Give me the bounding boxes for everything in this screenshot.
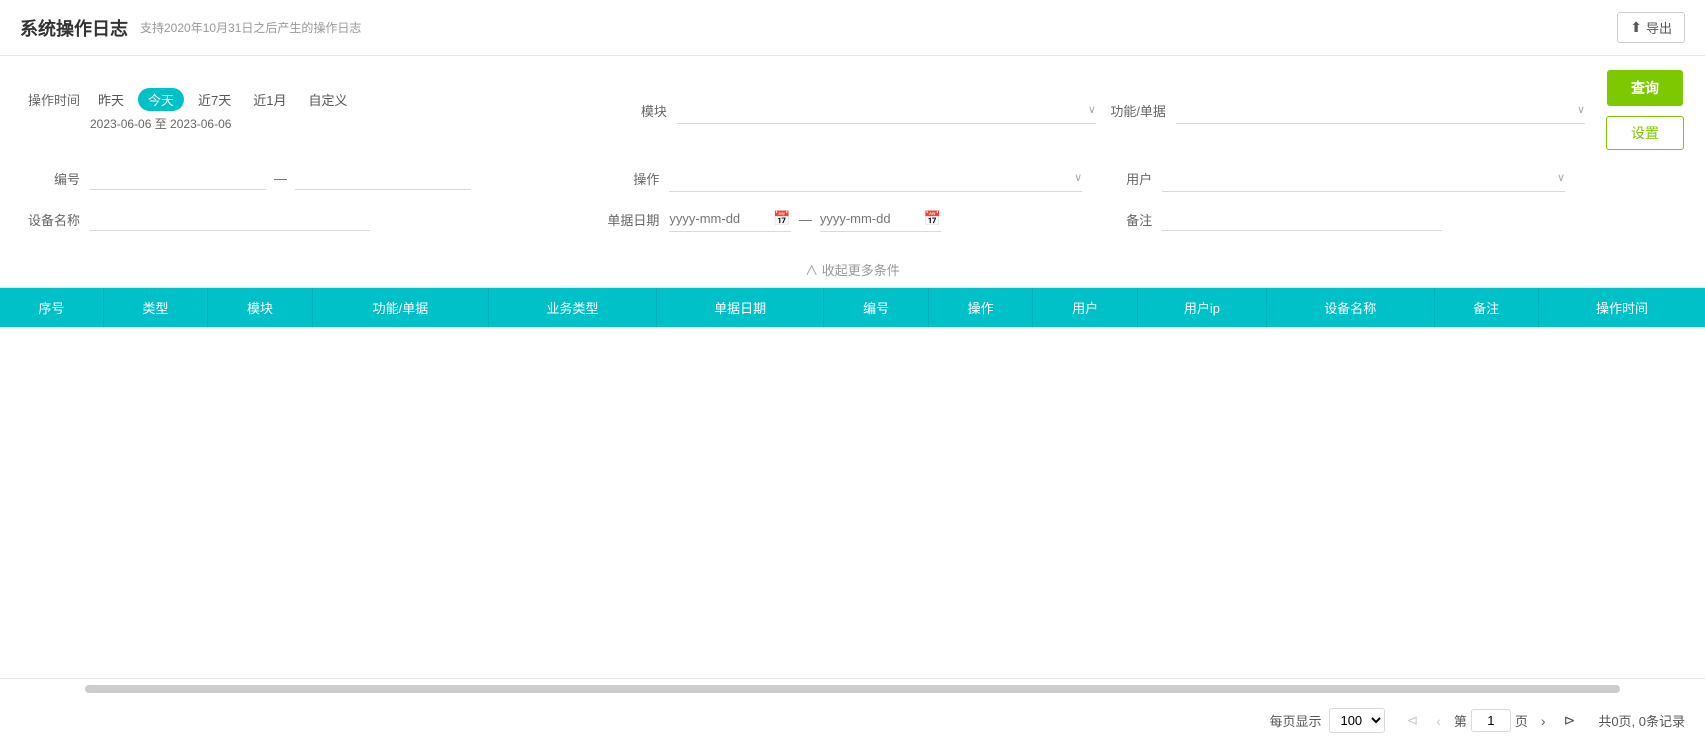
collapse-icon: ∧	[805, 263, 822, 278]
time-btn-7days[interactable]: 近7天	[190, 88, 239, 111]
col-device: 设备名称	[1266, 288, 1434, 327]
module-filter-group: 模块 ∨	[607, 96, 1096, 124]
action-buttons: 查询 设置	[1605, 70, 1685, 150]
page-suffix: 页	[1515, 711, 1528, 730]
doc-date-label: 单据日期	[599, 210, 669, 229]
export-icon: ⬆	[1630, 19, 1642, 36]
col-doc-date: 单据日期	[656, 288, 824, 327]
collapse-label: 收起更多条件	[822, 263, 900, 278]
doc-date-start-wrap: 📅	[669, 206, 790, 232]
col-user: 用户	[1033, 288, 1137, 327]
export-button[interactable]: ⬆ 导出	[1617, 12, 1685, 43]
func-label: 功能/单据	[1096, 101, 1176, 120]
doc-date-filter-group: 单据日期 📅 — 📅	[599, 206, 1082, 232]
col-func: 功能/单据	[312, 288, 488, 327]
page-title: 系统操作日志	[20, 15, 128, 41]
data-table: 序号 类型 模块 功能/单据 业务类型 单据日期 编号 操作 用户 用户ip 设…	[0, 288, 1705, 327]
filter-row-1: 操作时间 昨天 今天 近7天 近1月 自定义 2023-06-06 至 2023…	[20, 70, 1685, 150]
col-biz-type: 业务类型	[489, 288, 657, 327]
remark-label: 备注	[1082, 210, 1162, 229]
col-op-time: 操作时间	[1539, 288, 1705, 327]
chevron-down-icon: ∨	[1088, 103, 1096, 116]
remark-input[interactable]	[1162, 207, 1442, 231]
col-remark: 备注	[1434, 288, 1538, 327]
time-filter-group: 操作时间 昨天 今天 近7天 近1月 自定义 2023-06-06 至 2023…	[20, 88, 607, 132]
device-filter-group: 设备名称	[20, 207, 599, 231]
col-seq: 序号	[0, 288, 103, 327]
user-select[interactable]: ∨	[1162, 164, 1565, 192]
module-select[interactable]: ∨	[677, 96, 1096, 124]
collapse-bar[interactable]: ∧ 收起更多条件	[0, 252, 1705, 288]
first-page-button[interactable]: ⊲	[1401, 710, 1423, 731]
func-select[interactable]: ∨	[1176, 96, 1585, 124]
func-filter-group: 功能/单据 ∨	[1096, 96, 1585, 124]
chevron-down-icon: ∨	[1557, 171, 1565, 184]
date-dash: —	[791, 212, 820, 227]
module-label: 模块	[607, 101, 677, 120]
horizontal-scrollbar[interactable]	[0, 678, 1705, 698]
operation-filter-group: 操作 ∨	[599, 164, 1082, 192]
header-row: 序号 类型 模块 功能/单据 业务类型 单据日期 编号 操作 用户 用户ip 设…	[0, 288, 1705, 327]
col-type: 类型	[103, 288, 207, 327]
chevron-down-icon: ∨	[1074, 171, 1082, 184]
filter-section: 操作时间 昨天 今天 近7天 近1月 自定义 2023-06-06 至 2023…	[0, 56, 1705, 252]
col-operation: 操作	[928, 288, 1032, 327]
last-page-button[interactable]: ⊳	[1559, 710, 1581, 731]
calendar-icon-start[interactable]: 📅	[773, 210, 790, 227]
time-btn-yesterday[interactable]: 昨天	[90, 88, 132, 111]
operation-label: 操作	[599, 169, 669, 188]
table-area: 序号 类型 模块 功能/单据 业务类型 单据日期 编号 操作 用户 用户ip 设…	[0, 288, 1705, 678]
col-module: 模块	[208, 288, 312, 327]
col-user-ip: 用户ip	[1137, 288, 1266, 327]
number-input-start[interactable]	[90, 166, 266, 190]
scrollbar-thumb	[85, 685, 1620, 693]
doc-date-end-wrap: 📅	[820, 206, 941, 232]
time-btn-1month[interactable]: 近1月	[245, 88, 294, 111]
time-btn-custom[interactable]: 自定义	[301, 88, 356, 111]
col-number: 编号	[824, 288, 928, 327]
number-filter-group: 编号 —	[20, 166, 599, 190]
remark-filter-group: 备注	[1082, 207, 1565, 231]
settings-button[interactable]: 设置	[1606, 116, 1684, 150]
doc-date-end[interactable]	[820, 211, 920, 226]
operation-select[interactable]: ∨	[669, 164, 1082, 192]
page-label: 第	[1454, 711, 1467, 730]
prev-page-button[interactable]: ‹	[1431, 711, 1446, 731]
user-label: 用户	[1082, 169, 1162, 188]
device-input[interactable]	[90, 207, 370, 231]
number-label: 编号	[20, 169, 90, 188]
query-button[interactable]: 查询	[1607, 70, 1683, 106]
per-page-label: 每页显示	[1269, 711, 1321, 730]
page-input[interactable]	[1471, 709, 1511, 732]
page-container: 系统操作日志 支持2020年10月31日之后产生的操作日志 ⬆ 导出 操作时间 …	[0, 0, 1705, 743]
header-left: 系统操作日志 支持2020年10月31日之后产生的操作日志	[20, 15, 361, 41]
time-label: 操作时间	[20, 90, 90, 109]
filter-row-3: 设备名称 单据日期 📅 — 📅 备注	[20, 206, 1685, 232]
time-buttons: 昨天 今天 近7天 近1月 自定义	[90, 88, 356, 111]
export-label: 导出	[1646, 18, 1672, 37]
number-dash: —	[266, 171, 295, 186]
chevron-down-icon: ∨	[1577, 103, 1585, 116]
date-range-display: 2023-06-06 至 2023-06-06	[90, 117, 231, 131]
user-filter-group: 用户 ∨	[1082, 164, 1565, 192]
next-page-button[interactable]: ›	[1536, 711, 1551, 731]
number-input-end[interactable]	[295, 166, 471, 190]
page-info: 第 页	[1454, 709, 1528, 732]
filter-row-2: 编号 — 操作 ∨ 用户 ∨	[20, 164, 1685, 192]
calendar-icon-end[interactable]: 📅	[924, 210, 941, 227]
total-label: 共0页, 0条记录	[1598, 711, 1685, 730]
pagination: 每页显示 100 50 20 10 ⊲ ‹ 第 页 › ⊳ 共0页, 0条记录	[0, 698, 1705, 743]
page-header: 系统操作日志 支持2020年10月31日之后产生的操作日志 ⬆ 导出	[0, 0, 1705, 56]
time-btn-today[interactable]: 今天	[138, 88, 184, 111]
per-page-select[interactable]: 100 50 20 10	[1329, 708, 1385, 733]
doc-date-start[interactable]	[669, 211, 769, 226]
page-subtitle: 支持2020年10月31日之后产生的操作日志	[140, 19, 361, 36]
table-header: 序号 类型 模块 功能/单据 业务类型 单据日期 编号 操作 用户 用户ip 设…	[0, 288, 1705, 327]
device-label: 设备名称	[20, 210, 90, 229]
